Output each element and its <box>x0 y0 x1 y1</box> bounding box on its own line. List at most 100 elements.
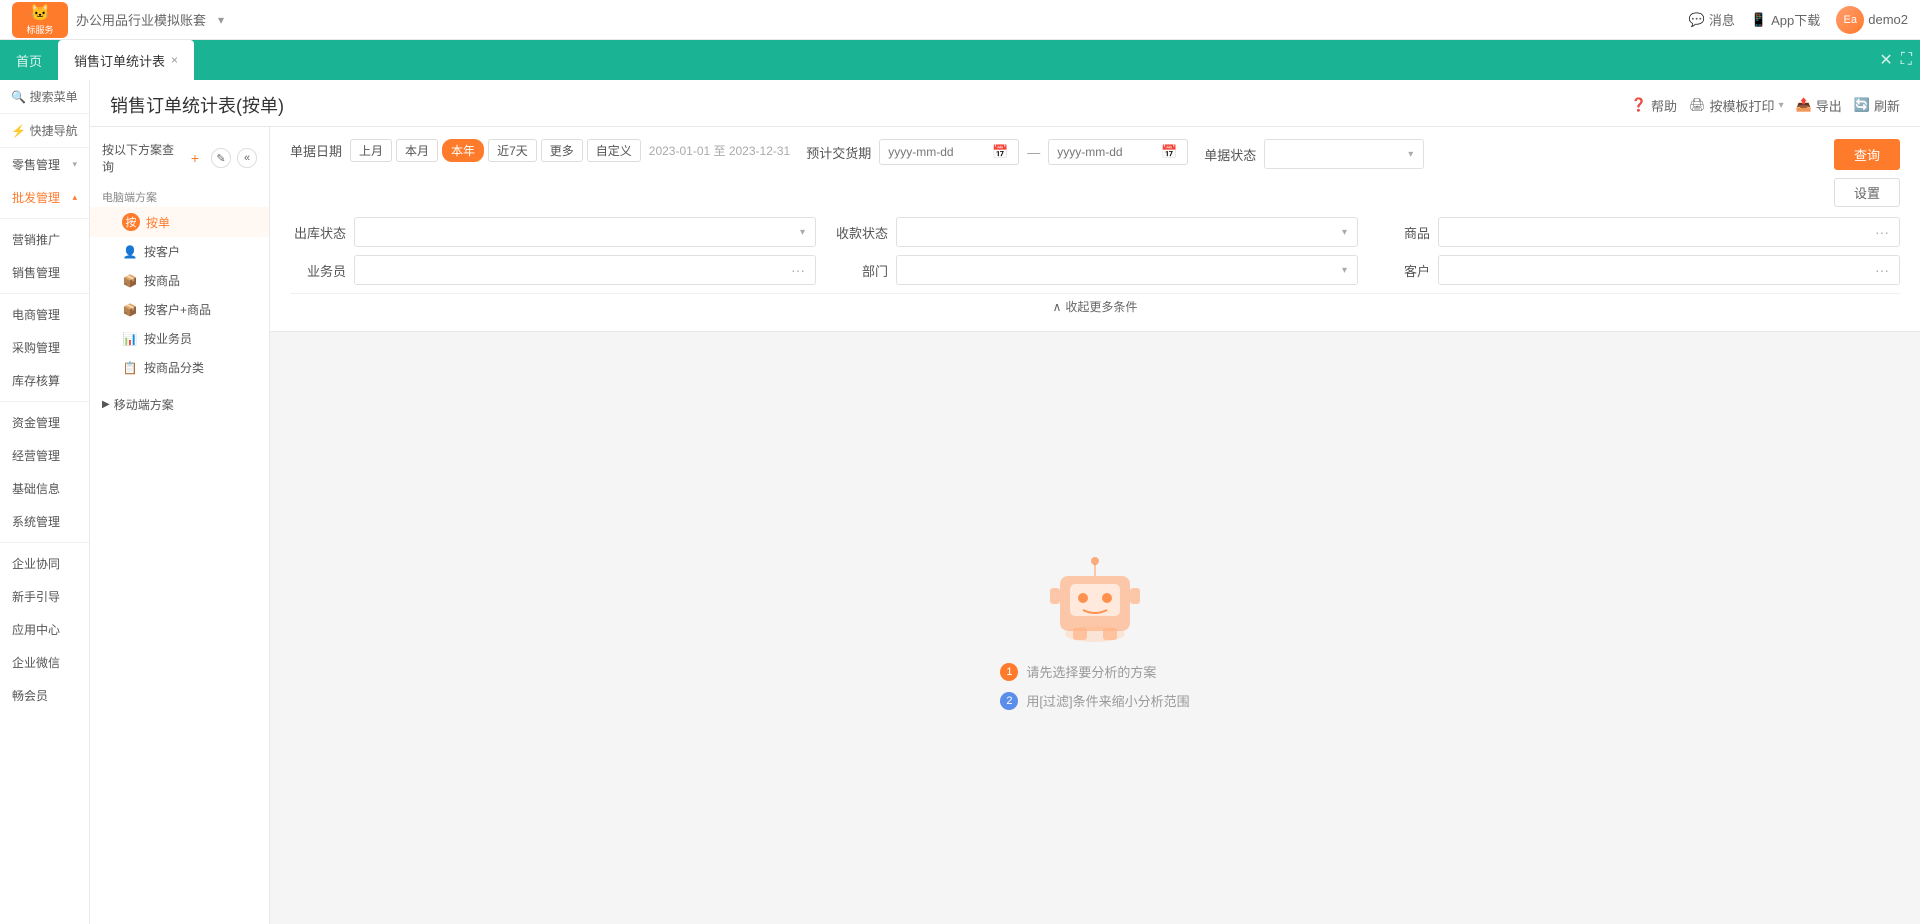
scheme-item-by-order[interactable]: 按 按单 <box>90 207 269 237</box>
sidebar-item-guide[interactable]: 新手引导 <box>0 580 89 613</box>
query-button[interactable]: 查询 <box>1834 139 1900 170</box>
sidebar-item-basic[interactable]: 基础信息 <box>0 472 89 505</box>
expected-date-end-input[interactable] <box>1057 145 1157 159</box>
tab-sales-order[interactable]: 销售订单统计表 × <box>58 40 194 80</box>
customer-filter: 客户 ··· <box>1374 255 1900 285</box>
scheme-label-by-customer: 按客户 <box>144 243 180 260</box>
sidebar-item-ecom[interactable]: 电商管理 <box>0 298 89 331</box>
sidebar-item-marketing[interactable]: 营销推广 <box>0 223 89 256</box>
collapse-panel-button[interactable]: « <box>237 148 257 168</box>
sidebar: 🔍 搜索菜单 ⚡ 快捷导航 零售管理 ▾ 批发管理 ▴ 营销推广 销售管理 电商… <box>0 80 90 924</box>
tab-home[interactable]: 首页 <box>0 40 58 80</box>
sidebar-divider-3 <box>0 401 89 402</box>
expected-date-end[interactable]: 📅 <box>1048 139 1188 165</box>
salesman-dots[interactable]: ··· <box>791 262 805 278</box>
sidebar-item-wechat[interactable]: 企业微信 <box>0 646 89 679</box>
left-panel: 按以下方案查询 + ✎ « 电脑端方案 按 按单 👤 按客户 <box>90 127 270 924</box>
cust-prod-icon: 📦 <box>122 302 138 318</box>
scheme-item-by-product[interactable]: 📦 按商品 <box>90 266 269 295</box>
scheme-item-by-customer[interactable]: 👤 按客户 <box>90 237 269 266</box>
scheme-item-by-category[interactable]: 📋 按商品分类 <box>90 353 269 382</box>
sidebar-item-collab[interactable]: 企业协同 <box>0 547 89 580</box>
date-label: 单据日期 <box>290 141 342 160</box>
sidebar-item-quicknav[interactable]: ⚡ 快捷导航 <box>0 114 89 148</box>
sidebar-item-purchase[interactable]: 采购管理 <box>0 331 89 364</box>
sidebar-item-wholesale[interactable]: 批发管理 ▴ <box>0 181 89 214</box>
sidebar-item-sales[interactable]: 销售管理 <box>0 256 89 289</box>
sidebar-item-system[interactable]: 系统管理 <box>0 505 89 538</box>
message-button[interactable]: 💬 消息 <box>1689 10 1735 29</box>
sidebar-item-finance[interactable]: 资金管理 <box>0 406 89 439</box>
scheme-item-by-salesman[interactable]: 📊 按业务员 <box>90 324 269 353</box>
expected-date-start-input[interactable] <box>888 145 988 159</box>
sidebar-item-search[interactable]: 🔍 搜索菜单 <box>0 80 89 114</box>
sidebar-quicknav-label: ⚡ 快捷导航 <box>8 122 81 139</box>
product-filter: 商品 ··· <box>1374 217 1900 247</box>
customer-label: 客户 <box>1374 261 1430 280</box>
refresh-button[interactable]: 🔄 刷新 <box>1854 96 1900 115</box>
left-panel-header: 按以下方案查询 + ✎ « <box>90 135 269 181</box>
tab-close-icon[interactable]: × <box>171 53 178 67</box>
date-btn-this-year[interactable]: 本年 <box>442 139 484 162</box>
scheme-label-by-cust-prod: 按客户+商品 <box>144 301 211 318</box>
customer-scheme-icon: 👤 <box>122 244 138 260</box>
collapse-arrow: ∧ <box>1053 300 1062 314</box>
date-btn-custom[interactable]: 自定义 <box>587 139 641 162</box>
page-content: 按以下方案查询 + ✎ « 电脑端方案 按 按单 👤 按客户 <box>90 127 1920 924</box>
salesman-icon: 📊 <box>122 331 138 347</box>
content-area: 销售订单统计表(按单) ❓ 帮助 🖨 按模板打印 ▾ 📤 导出 🔄 刷新 <box>90 80 1920 924</box>
window-expand-icon[interactable]: ⛶ <box>1901 51 1912 69</box>
date-btn-7days[interactable]: 近7天 <box>488 139 537 162</box>
customer-select[interactable]: ··· <box>1438 255 1900 285</box>
tip-num-1: 1 <box>1000 663 1018 681</box>
pc-scheme-group: 电脑端方案 按 按单 👤 按客户 📦 按商品 📦 <box>90 181 269 386</box>
pc-scheme-label: 电脑端方案 <box>90 185 269 207</box>
pay-arr: ▾ <box>1342 227 1347 238</box>
user-name: demo2 <box>1868 12 1908 27</box>
date-btn-last-month[interactable]: 上月 <box>350 139 392 162</box>
dept-filter: 部门 ▾ <box>832 255 1358 285</box>
ship-status-select[interactable]: ▾ <box>354 217 816 247</box>
product-dots[interactable]: ··· <box>1875 224 1889 240</box>
ship-status-label: 出库状态 <box>290 223 346 242</box>
bill-status-label: 单据状态 <box>1204 145 1256 164</box>
empty-illustration <box>1035 546 1155 646</box>
settings-button[interactable]: 设置 <box>1834 178 1900 207</box>
tab-home-label: 首页 <box>16 51 42 70</box>
mobile-scheme-toggle[interactable]: ▶ 移动端方案 <box>90 390 269 419</box>
scheme-active-icon: 按 <box>122 213 140 231</box>
date-btn-this-month[interactable]: 本月 <box>396 139 438 162</box>
empty-tip-1: 1 请先选择要分析的方案 <box>1000 662 1189 681</box>
expected-date-filter: 预计交货期 📅 — 📅 <box>806 139 1188 165</box>
dept-select[interactable]: ▾ <box>896 255 1358 285</box>
date-btn-more[interactable]: 更多 <box>541 139 583 162</box>
sidebar-item-mgmt[interactable]: 经营管理 <box>0 439 89 472</box>
sidebar-item-member[interactable]: 畅会员 <box>0 679 89 712</box>
user-menu[interactable]: Ea demo2 <box>1836 6 1908 34</box>
app-download-button[interactable]: 📱 App下载 <box>1751 10 1820 29</box>
scheme-item-by-cust-prod[interactable]: 📦 按客户+商品 <box>90 295 269 324</box>
help-label: 帮助 <box>1651 96 1677 115</box>
salesman-label: 业务员 <box>290 261 346 280</box>
bill-status-select[interactable]: ▾ <box>1264 139 1424 169</box>
sidebar-item-retail[interactable]: 零售管理 ▾ <box>0 148 89 181</box>
logo-text: 标服务 <box>26 23 53 36</box>
add-scheme-button[interactable]: + <box>185 148 205 168</box>
product-select[interactable]: ··· <box>1438 217 1900 247</box>
window-close-icon[interactable]: ✕ <box>1879 50 1892 70</box>
pay-status-select[interactable]: ▾ <box>896 217 1358 247</box>
sidebar-item-inventory[interactable]: 库存核算 <box>0 364 89 397</box>
expected-date-start[interactable]: 📅 <box>879 139 1019 165</box>
sidebar-item-appstore[interactable]: 应用中心 <box>0 613 89 646</box>
customer-dots[interactable]: ··· <box>1875 262 1889 278</box>
scheme-label-by-order: 按单 <box>146 214 170 231</box>
collapse-filter-button[interactable]: ∧ 收起更多条件 <box>290 293 1900 319</box>
salesman-select[interactable]: ··· <box>354 255 816 285</box>
refresh-label: 刷新 <box>1874 96 1900 115</box>
breadcrumb-arrow[interactable]: ▾ <box>218 13 224 27</box>
edit-scheme-button[interactable]: ✎ <box>211 148 231 168</box>
help-button[interactable]: ❓ 帮助 <box>1631 96 1677 115</box>
print-button[interactable]: 🖨 按模板打印 ▾ <box>1689 96 1784 115</box>
export-button[interactable]: 📤 导出 <box>1796 96 1842 115</box>
expected-date-label: 预计交货期 <box>806 143 871 162</box>
